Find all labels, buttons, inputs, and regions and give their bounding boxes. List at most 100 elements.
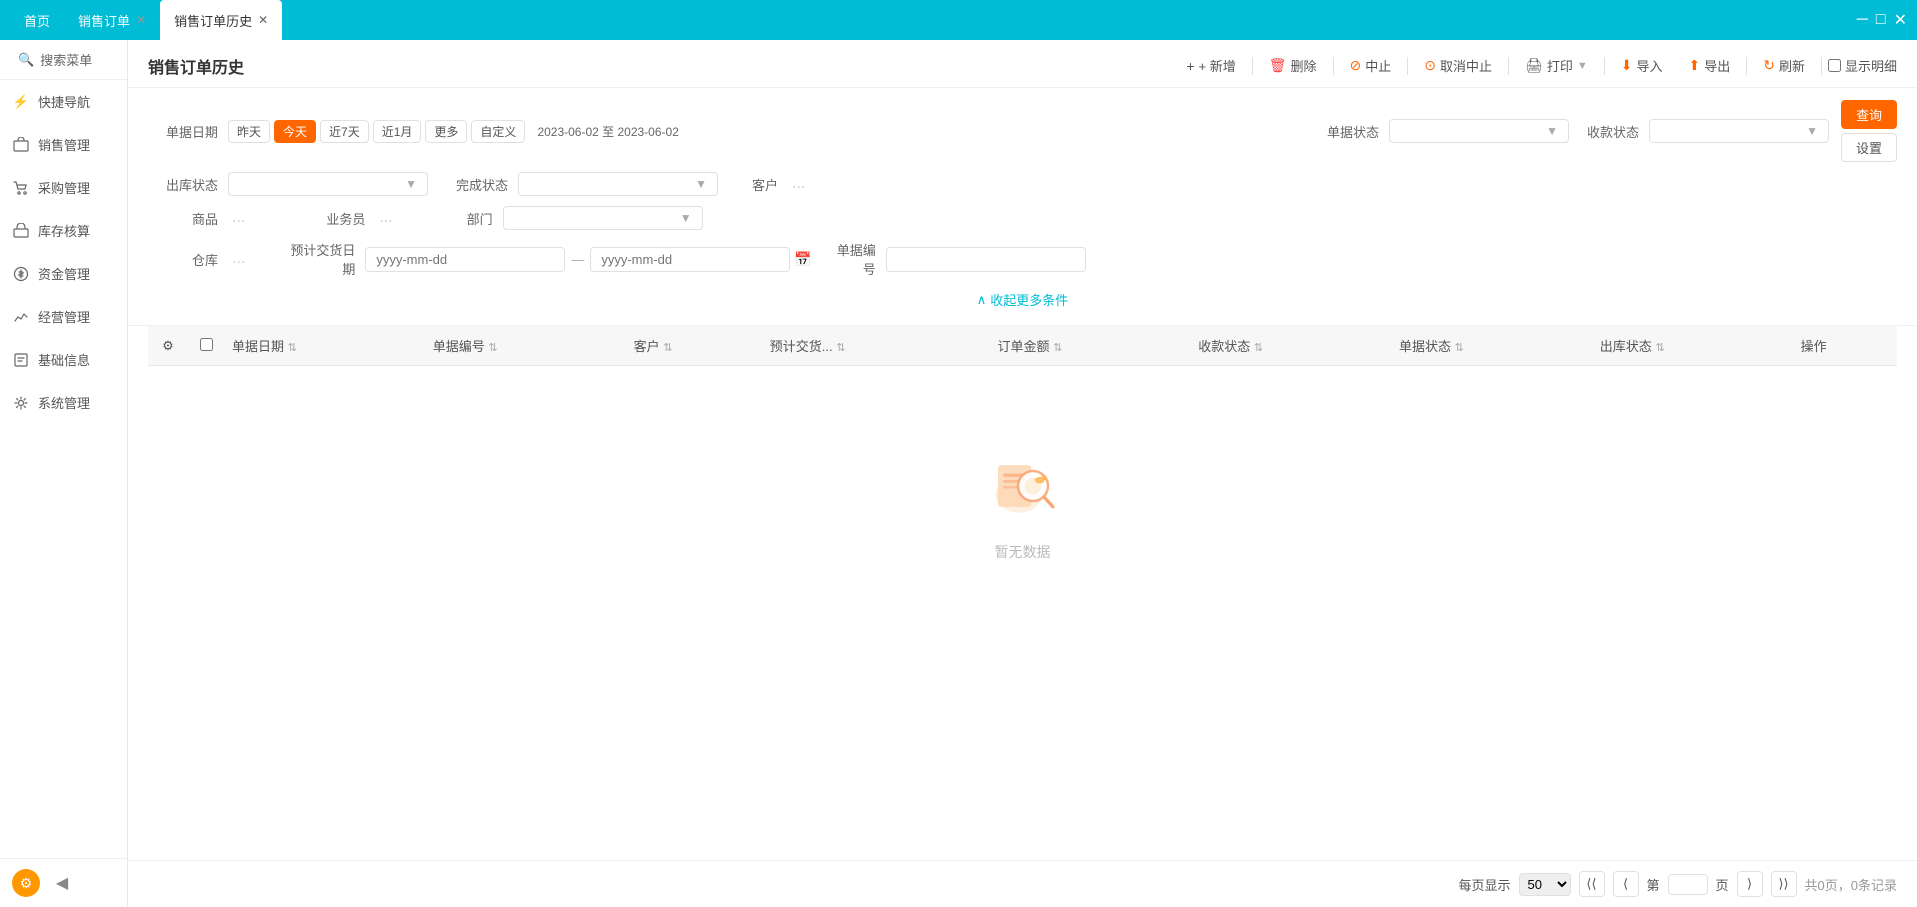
empty-state: 暂无数据: [148, 366, 1897, 642]
payment-status-arrow: ▼: [1806, 124, 1818, 138]
th-order-status[interactable]: 单据状态 ⇅: [1391, 326, 1592, 366]
sidebar-item-quick-nav[interactable]: ⚡ 快捷导航: [0, 80, 127, 123]
th-amount[interactable]: 订单金额 ⇅: [989, 326, 1190, 366]
payment-status-select[interactable]: ▼: [1649, 119, 1829, 143]
salesperson-label: 业务员: [305, 209, 375, 228]
department-label: 部门: [453, 209, 503, 228]
current-page-input[interactable]: 1: [1668, 874, 1708, 895]
th-number[interactable]: 单据编号 ⇅: [425, 326, 626, 366]
calendar-icon-1[interactable]: 📅: [794, 251, 811, 268]
new-button[interactable]: + + 新增: [1176, 52, 1245, 79]
minimize-button[interactable]: ─: [1857, 11, 1868, 29]
sort-date-icon: ⇅: [288, 342, 297, 354]
tab-home[interactable]: 首页: [10, 0, 64, 40]
prev-page-button[interactable]: ⟨: [1613, 871, 1639, 897]
goods-select-btn[interactable]: ...: [232, 209, 245, 227]
sidebar-item-sales-mgmt[interactable]: 销售管理: [0, 123, 127, 166]
last-page-button[interactable]: ⟩⟩: [1771, 871, 1797, 897]
print-button[interactable]: 🖨 打印 ▼: [1515, 52, 1598, 79]
close-window-button[interactable]: ✕: [1894, 10, 1907, 30]
sort-amount-icon: ⇅: [1053, 342, 1062, 354]
select-all-checkbox[interactable]: [200, 338, 213, 351]
completion-arrow: ▼: [695, 177, 707, 191]
show-details-checkbox[interactable]: 显示明细: [1828, 56, 1897, 75]
outbound-status-label: 出库状态: [148, 175, 228, 194]
payment-status-label: 收款状态: [1579, 122, 1649, 141]
department-arrow: ▼: [680, 211, 692, 225]
sidebar-item-inventory[interactable]: 库存核算: [0, 209, 127, 252]
th-outbound-status[interactable]: 出库状态 ⇅: [1592, 326, 1793, 366]
tab-sales-order-history[interactable]: 销售订单历史 ✕: [160, 0, 282, 40]
page-label-suffix: 页: [1716, 875, 1729, 894]
date-btn-more[interactable]: 更多: [425, 120, 467, 143]
sort-delivery-icon: ⇅: [836, 342, 845, 354]
settings-button[interactable]: 设置: [1841, 133, 1897, 162]
th-expected-delivery[interactable]: 预计交货... ⇅: [762, 326, 990, 366]
total-info: 共0页，0条记录: [1805, 875, 1897, 894]
content-area: 销售订单历史 + + 新增 🗑 删除 ⊘ 中止 ⊙: [128, 40, 1917, 907]
tab-sales-order[interactable]: 销售订单 ✕: [64, 0, 160, 40]
import-button[interactable]: ⬇ 导入: [1611, 52, 1673, 79]
order-number-input[interactable]: [886, 247, 1086, 272]
salesperson-select-btn[interactable]: ...: [379, 209, 392, 227]
warehouse-select-btn[interactable]: ...: [232, 250, 245, 268]
th-settings[interactable]: ⚙: [148, 326, 188, 366]
completion-status-select[interactable]: ▼: [518, 172, 718, 196]
divider-4: [1508, 57, 1509, 75]
maximize-button[interactable]: □: [1876, 11, 1886, 29]
delete-button[interactable]: 🗑 删除: [1259, 52, 1327, 79]
date-btn-custom[interactable]: 自定义: [471, 120, 525, 143]
date-btn-1month[interactable]: 近1月: [373, 120, 422, 143]
date-separator: —: [571, 252, 584, 267]
basic-info-icon: [12, 351, 30, 369]
customer-select-btn[interactable]: ...: [792, 175, 805, 193]
expected-delivery-start[interactable]: [365, 247, 565, 272]
collapse-button[interactable]: ∧ 收起更多条件: [148, 286, 1897, 313]
new-icon: +: [1186, 58, 1194, 74]
first-page-button[interactable]: ⟨⟨: [1579, 871, 1605, 897]
sidebar: 🔍 搜索菜单 ⚡ 快捷导航 销售管理 采购管理 库存核算: [0, 40, 128, 907]
top-bar: 首页 销售订单 ✕ 销售订单历史 ✕ ─ □ ✕: [0, 0, 1917, 40]
sidebar-item-operations[interactable]: 经营管理: [0, 295, 127, 338]
date-btn-today[interactable]: 今天: [274, 120, 316, 143]
outbound-arrow: ▼: [405, 177, 417, 191]
per-page-select[interactable]: 50 100 200: [1519, 873, 1571, 896]
warehouse-label: 仓库: [148, 250, 228, 269]
close-tab-sales-order-history[interactable]: ✕: [258, 13, 268, 27]
show-details-input[interactable]: [1828, 59, 1841, 72]
sidebar-collapse-icon[interactable]: ◀: [48, 869, 76, 897]
date-filter: 昨天 今天 近7天 近1月 更多 自定义 2023-06-02 至 2023-0…: [228, 120, 1319, 143]
date-btn-yesterday[interactable]: 昨天: [228, 120, 270, 143]
sidebar-item-basic-info[interactable]: 基础信息: [0, 338, 127, 381]
expected-delivery-label: 预计交货日期: [285, 240, 365, 278]
refresh-button[interactable]: ↻ 刷新: [1753, 52, 1815, 79]
department-select[interactable]: ▼: [503, 206, 703, 230]
th-date[interactable]: 单据日期 ⇅: [224, 326, 425, 366]
sidebar-item-finance[interactable]: 资金管理: [0, 252, 127, 295]
empty-text: 暂无数据: [995, 542, 1051, 562]
export-button[interactable]: ⬆ 导出: [1678, 52, 1740, 79]
customer-label: 客户: [738, 175, 788, 194]
sidebar-search[interactable]: 🔍 搜索菜单: [0, 40, 127, 80]
th-customer[interactable]: 客户 ⇅: [626, 326, 762, 366]
outbound-status-select[interactable]: ▼: [228, 172, 428, 196]
user-settings-icon[interactable]: ⚙: [12, 869, 40, 897]
close-tab-sales-order[interactable]: ✕: [136, 13, 146, 27]
next-page-button[interactable]: ⟩: [1737, 871, 1763, 897]
page-label-prefix: 第: [1647, 875, 1660, 894]
query-button[interactable]: 查询: [1841, 100, 1897, 129]
date-btn-7days[interactable]: 近7天: [320, 120, 369, 143]
toolbar: + + 新增 🗑 删除 ⊘ 中止 ⊙ 取消中止: [1176, 52, 1897, 79]
divider-6: [1746, 57, 1747, 75]
divider-5: [1604, 57, 1605, 75]
order-status-select[interactable]: ▼: [1389, 119, 1569, 143]
stop-button[interactable]: ⊘ 中止: [1340, 52, 1402, 79]
sidebar-item-system-mgmt[interactable]: 系统管理: [0, 381, 127, 424]
goods-label: 商品: [148, 209, 228, 228]
sidebar-item-purchase-mgmt[interactable]: 采购管理: [0, 166, 127, 209]
cancel-stop-button[interactable]: ⊙ 取消中止: [1414, 52, 1502, 79]
expected-delivery-end[interactable]: [590, 247, 790, 272]
th-check[interactable]: [188, 326, 224, 366]
divider-3: [1407, 57, 1408, 75]
th-payment-status[interactable]: 收款状态 ⇅: [1190, 326, 1391, 366]
